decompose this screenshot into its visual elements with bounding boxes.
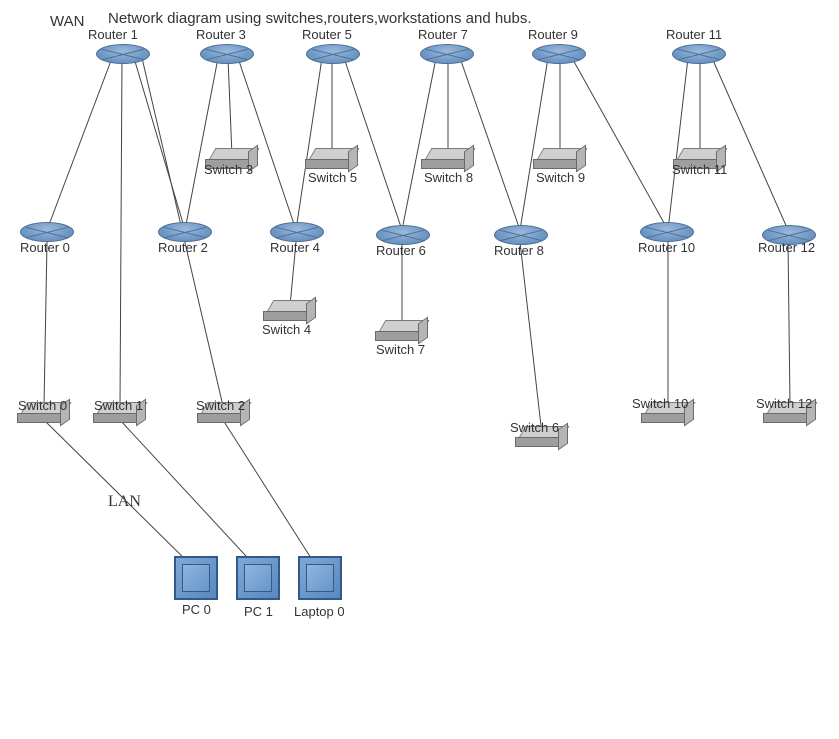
router-label: Router 1 (88, 27, 138, 42)
switch-label: Switch 6 (510, 420, 559, 435)
router-label: Router 4 (270, 240, 320, 255)
router-icon (494, 225, 548, 245)
router-icon (306, 44, 360, 64)
switch-label: Switch 5 (308, 170, 357, 185)
router-icon (20, 222, 74, 242)
router-icon (376, 225, 430, 245)
router-icon (640, 222, 694, 242)
router-label: Router 2 (158, 240, 208, 255)
switch-label: Switch 4 (262, 322, 311, 337)
switch-label: Switch 11 (672, 162, 727, 177)
switch-icon (540, 148, 584, 170)
pc-label: PC 0 (182, 602, 211, 617)
diagram-canvas: Network diagram using switches,routers,w… (0, 0, 839, 739)
switch-label: Switch 7 (376, 342, 425, 357)
router-label: Router 9 (528, 27, 578, 42)
router-icon (270, 222, 324, 242)
router-label: Router 10 (638, 240, 695, 255)
router-icon (96, 44, 150, 64)
switch-label: Switch 0 (18, 398, 67, 413)
switch-icon (312, 148, 356, 170)
router-label: Router 5 (302, 27, 352, 42)
switch-icon (428, 148, 472, 170)
wan-label: WAN (50, 13, 84, 30)
switch-label: Switch 12 (756, 396, 812, 411)
router-label: Router 3 (196, 27, 246, 42)
switch-label: Switch 9 (536, 170, 585, 185)
router-icon (200, 44, 254, 64)
router-icon (420, 44, 474, 64)
router-label: Router 8 (494, 243, 544, 258)
router-label: Router 0 (20, 240, 70, 255)
switch-label: Switch 8 (424, 170, 473, 185)
router-label: Router 11 (666, 27, 722, 42)
pc-label: PC 1 (244, 604, 273, 619)
workstation-icon (174, 556, 218, 600)
router-icon (158, 222, 212, 242)
workstation-icon (298, 556, 342, 600)
diagram-title: Network diagram using switches,routers,w… (108, 10, 532, 27)
laptop-label: Laptop 0 (294, 604, 345, 619)
router-label: Router 6 (376, 243, 426, 258)
switch-label: Switch 3 (204, 162, 253, 177)
router-icon (672, 44, 726, 64)
router-label: Router 7 (418, 27, 468, 42)
router-label: Router 12 (758, 240, 815, 255)
connections (0, 0, 839, 739)
router-icon (532, 44, 586, 64)
switch-icon (382, 320, 426, 342)
switch-label: Switch 1 (94, 398, 143, 413)
workstation-icon (236, 556, 280, 600)
switch-label: Switch 10 (632, 396, 688, 411)
switch-label: Switch 2 (196, 398, 245, 413)
lan-label: LAN (108, 493, 141, 511)
switch-icon (270, 300, 314, 322)
